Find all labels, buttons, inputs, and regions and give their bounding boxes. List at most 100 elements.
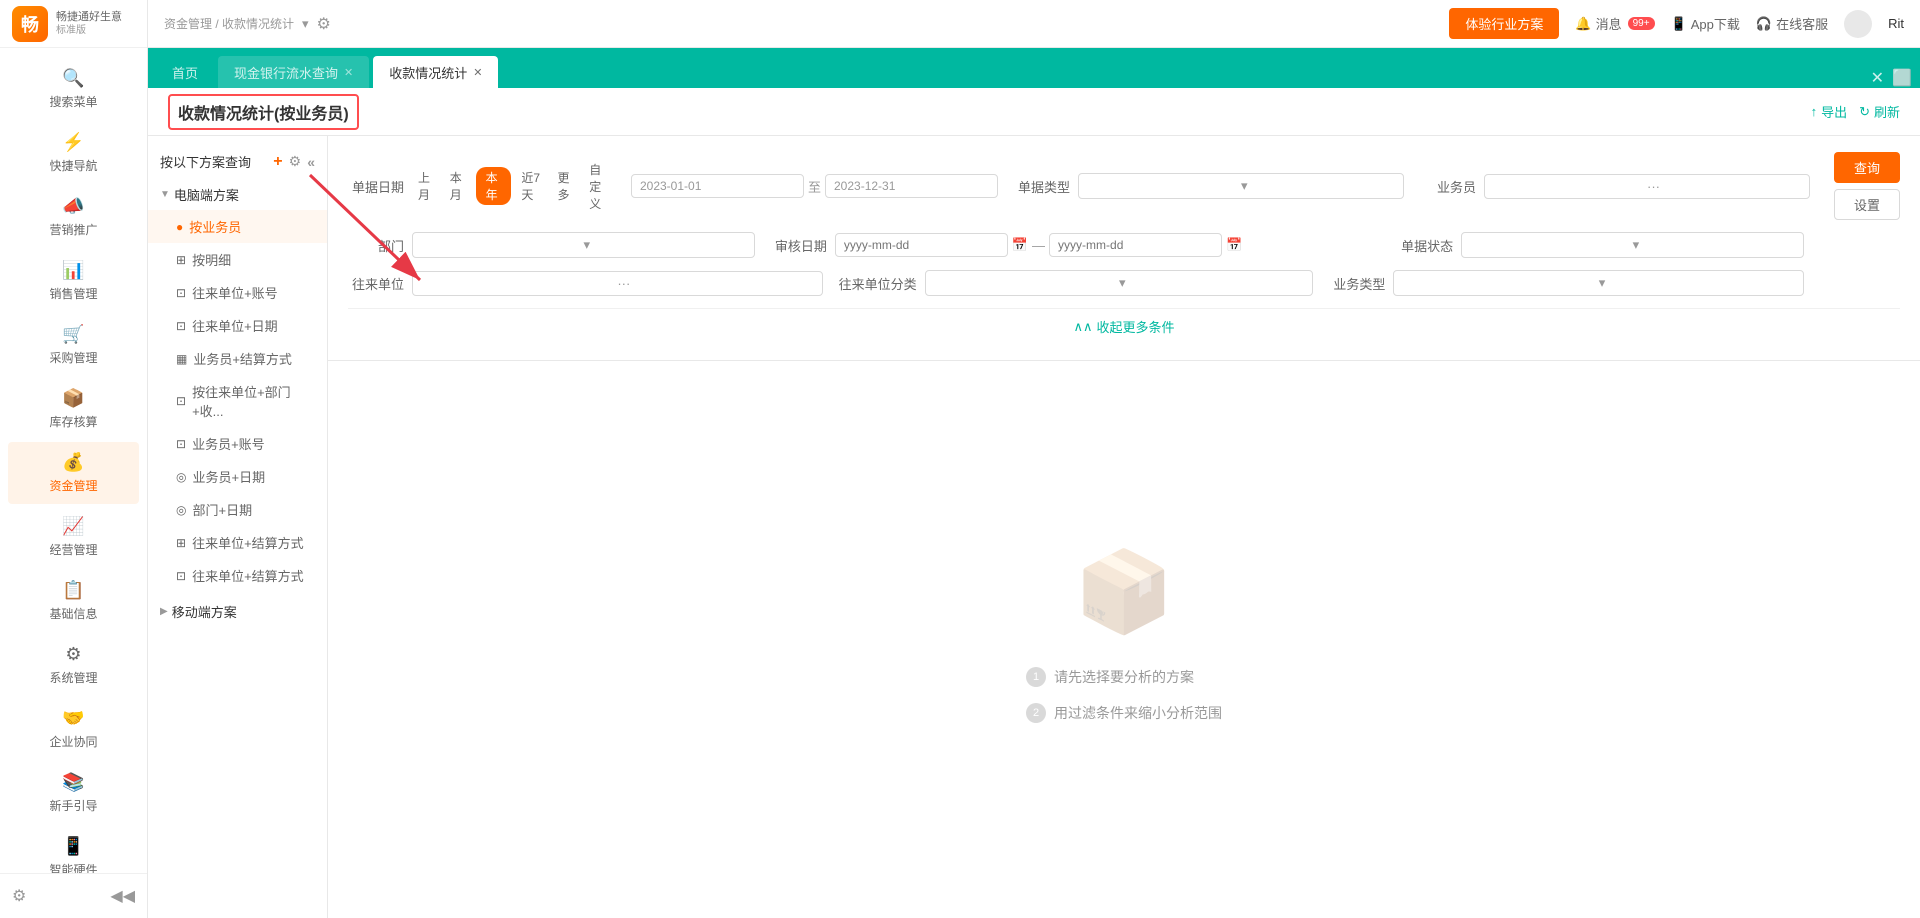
tree-item-unit-settle1[interactable]: ⊞ 往来单位+结算方式 — [148, 526, 327, 559]
user-avatar[interactable] — [1844, 10, 1872, 38]
collapse-sidebar-icon[interactable]: ◀◀ — [110, 886, 135, 906]
download-action[interactable]: 📱 App下载 — [1671, 14, 1740, 33]
date-shortcut-custom[interactable]: 自定义 — [583, 159, 619, 214]
filter-salesperson-dropdown[interactable]: ··· — [1484, 174, 1810, 199]
filter-doc-status-dropdown[interactable]: ▾ — [1461, 232, 1804, 258]
sidebar-nav: 🔍 搜索菜单 ⚡ 快捷导航 📣 营销推广 📊 销售管理 🛒 采购管理 📦 — [0, 48, 147, 873]
sidebar-item-sales[interactable]: 📊 销售管理 — [8, 250, 139, 312]
sidebar-item-system[interactable]: ⚙ 系统管理 — [8, 634, 139, 696]
audit-date-from-input[interactable] — [835, 233, 1008, 257]
tree-group-desktop-header[interactable]: ▼ 电脑端方案 — [148, 179, 327, 210]
breadcrumb-dropdown-icon[interactable]: ▾ — [302, 16, 309, 32]
tree-item-unit-date[interactable]: ⊡ 往来单位+日期 — [148, 309, 327, 342]
export-button[interactable]: ↑ 导出 — [1811, 102, 1848, 121]
tree-item-unit-dept[interactable]: ⊡ 按往来单位+部门+收... — [148, 375, 327, 427]
tab-bank-flow-close[interactable]: ✕ — [344, 66, 353, 79]
tab-home[interactable]: 首页 — [156, 56, 214, 88]
demo-button[interactable]: 体验行业方案 — [1449, 8, 1559, 39]
tree-item-salesperson-account[interactable]: ⊡ 业务员+账号 — [148, 427, 327, 460]
service-action[interactable]: 🎧 在线客服 — [1756, 14, 1828, 33]
sidebar-item-basics-label: 基础信息 — [49, 605, 97, 622]
sidebar-item-collab[interactable]: 🤝 企业协同 — [8, 698, 139, 760]
filter-dept-dropdown[interactable]: ▾ — [412, 232, 755, 258]
finance-icon: 💰 — [62, 452, 84, 473]
filter-counterpart-dropdown[interactable]: ··· — [412, 271, 823, 296]
notification-badge: 99+ — [1628, 17, 1655, 30]
sidebar-item-guide[interactable]: 📚 新手引导 — [8, 762, 139, 824]
filter-settings-button[interactable]: 设置 — [1834, 189, 1900, 220]
sidebar-item-purchase[interactable]: 🛒 采购管理 — [8, 314, 139, 376]
download-icon: 📱 — [1671, 16, 1687, 32]
system-icon: ⚙ — [65, 644, 81, 665]
filter-doctype-dropdown[interactable]: ▾ — [1078, 173, 1404, 199]
tab-maximize-icon[interactable]: ⬜ — [1892, 68, 1912, 88]
panel-header-title: 按以下方案查询 — [160, 152, 251, 171]
hardware-icon: 📱 — [62, 836, 84, 857]
date-shortcut-this-month[interactable]: 本月 — [444, 167, 472, 205]
panel-settings-icon[interactable]: ⚙ — [289, 153, 302, 170]
biz-type-dropdown-arrow: ▾ — [1599, 275, 1795, 291]
tree-item-salesperson-date[interactable]: ◎ 业务员+日期 — [148, 460, 327, 493]
tab-bar-right: ✕ ⬜ — [1871, 68, 1912, 88]
tree-item-unit-account-label: 往来单位+账号 — [192, 283, 278, 302]
topbar-gear-icon[interactable]: ⚙ — [317, 14, 331, 34]
filter-audit-date-item: 审核日期 📅 — 📅 — [771, 233, 1381, 257]
sidebar-item-marketing-label: 营销推广 — [49, 221, 97, 238]
filter-biz-type-dropdown[interactable]: ▾ — [1393, 270, 1804, 296]
notification-label: 消息 — [1596, 14, 1622, 33]
filter-row-2: 部门 ▾ 审核日期 📅 — — [348, 232, 1900, 258]
tree-item-by-salesperson[interactable]: ● 按业务员 — [148, 210, 327, 243]
sidebar-item-basics[interactable]: 📋 基础信息 — [8, 570, 139, 632]
detail-item-icon: ⊞ — [176, 253, 186, 267]
date-shortcut-more[interactable]: 更多 — [552, 167, 580, 205]
sidebar-item-marketing[interactable]: 📣 营销推广 — [8, 186, 139, 248]
sidebar-item-hardware[interactable]: 📱 智能硬件 — [8, 826, 139, 873]
date-shortcut-last-month[interactable]: 上月 — [412, 167, 440, 205]
tab-bank-flow[interactable]: 现金银行流水查询 ✕ — [218, 56, 369, 88]
tree-item-by-salesperson-label: 按业务员 — [189, 217, 241, 236]
tree-item-detail-label: 按明细 — [192, 250, 231, 269]
sidebar-item-inventory[interactable]: 📦 库存核算 — [8, 378, 139, 440]
tab-close-window-icon[interactable]: ✕ — [1871, 68, 1884, 88]
date-shortcut-this-year[interactable]: 本年 — [476, 167, 512, 205]
collapse-button[interactable]: ∧∧ 收起更多条件 — [1065, 309, 1182, 344]
date-from-input[interactable] — [631, 174, 804, 198]
refresh-button[interactable]: ↻ 刷新 — [1859, 102, 1900, 121]
notification-action[interactable]: 🔔 消息 99+ — [1575, 14, 1654, 33]
sidebar-item-shortcut[interactable]: ⚡ 快捷导航 — [8, 122, 139, 184]
tab-receipt-stats[interactable]: 收款情况统计 ✕ — [373, 56, 498, 88]
sidebar-item-search-label: 搜索菜单 — [49, 93, 97, 110]
tree-item-detail[interactable]: ⊞ 按明细 — [148, 243, 327, 276]
salesperson-more-icon[interactable]: ··· — [1647, 179, 1801, 194]
tree-item-unit-settle2[interactable]: ⊡ 往来单位+结算方式 — [148, 559, 327, 592]
date-shortcuts: 上月 本月 本年 近7天 更多 自定义 — [412, 159, 619, 214]
panel-add-icon[interactable]: + — [273, 153, 282, 171]
sidebar-item-search[interactable]: 🔍 搜索菜单 — [8, 58, 139, 120]
tab-receipt-stats-close[interactable]: ✕ — [473, 66, 482, 79]
tree-group-desktop-label: 电脑端方案 — [174, 185, 239, 204]
sidebar-item-finance[interactable]: 💰 资金管理 — [8, 442, 139, 504]
settings-bottom-icon[interactable]: ⚙ — [12, 886, 26, 906]
search-menu-icon: 🔍 — [62, 68, 84, 89]
collapse-row: ∧∧ 收起更多条件 — [348, 308, 1900, 344]
right-panel: 单据日期 上月 本月 本年 近7天 更多 自定义 至 — [328, 136, 1920, 918]
filter-counterpart-class-dropdown[interactable]: ▾ — [925, 270, 1314, 296]
date-to-input[interactable] — [825, 174, 998, 198]
tree-item-unit-account[interactable]: ⊡ 往来单位+账号 — [148, 276, 327, 309]
logo-icon: 畅 — [12, 6, 48, 42]
tree-expand-icon: ▼ — [160, 189, 170, 200]
audit-date-to-input[interactable] — [1049, 233, 1222, 257]
topbar-left: 资金管理 / 收款情况统计 ▾ ⚙ — [164, 14, 331, 34]
collapse-arrow-icon: ∧∧ — [1073, 319, 1092, 335]
calendar-from-icon[interactable]: 📅 — [1012, 237, 1028, 253]
tree-item-dept-date[interactable]: ◎ 部门+日期 — [148, 493, 327, 526]
filter-doctype-item: 单据类型 ▾ — [1014, 173, 1404, 199]
counterpart-more-icon[interactable]: ··· — [617, 276, 813, 291]
date-shortcut-7days[interactable]: 近7天 — [515, 167, 547, 205]
query-button[interactable]: 查询 — [1834, 152, 1900, 183]
sidebar-item-operation[interactable]: 📈 经营管理 — [8, 506, 139, 568]
tree-item-salesperson-settle[interactable]: ▦ 业务员+结算方式 — [148, 342, 327, 375]
tree-group-mobile-header[interactable]: ▶ 移动端方案 — [148, 596, 327, 627]
calendar-to-icon[interactable]: 📅 — [1226, 237, 1242, 253]
panel-collapse-icon[interactable]: « — [307, 154, 315, 170]
